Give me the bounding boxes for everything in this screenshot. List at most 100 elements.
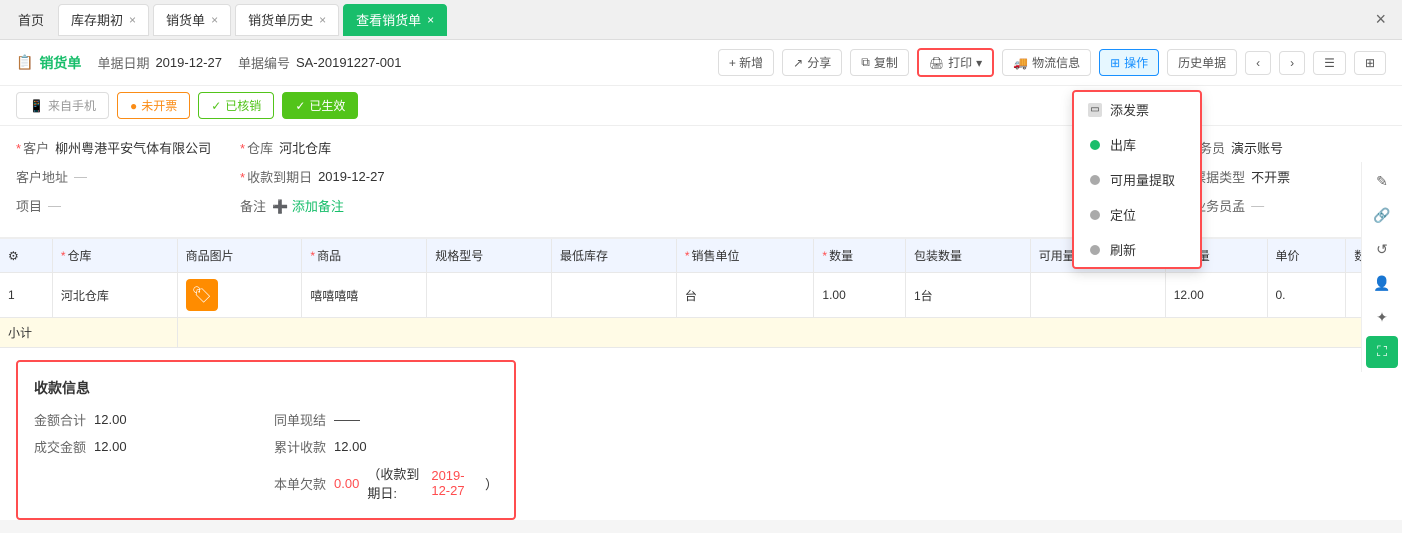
col-min-stock: 最低库存 xyxy=(552,239,677,273)
sales-person-field: 业务员孟 — xyxy=(1186,196,1386,215)
from-phone-button[interactable]: 📱 来自手机 xyxy=(16,92,109,119)
due-note-end: ） xyxy=(485,474,498,493)
user-icon-btn[interactable]: 👤 xyxy=(1366,268,1398,300)
ticket-type-field: 票据类型 不开票 xyxy=(1186,167,1386,186)
col-sales-unit: 销售单位 xyxy=(676,239,814,273)
tab-inventory-init[interactable]: 库存期初 × xyxy=(58,4,149,36)
doc-header: 📋 销货单 单据日期 2019-12-27 单据编号 SA-20191227-0… xyxy=(0,40,1402,86)
date-value: 2019-12-27 xyxy=(155,55,222,70)
close-inventory-tab[interactable]: × xyxy=(129,13,136,27)
effective-button[interactable]: ✓ 已生效 xyxy=(282,92,358,119)
locate-icon xyxy=(1088,208,1102,222)
refresh-icon-btn[interactable]: ↺ xyxy=(1366,234,1398,266)
col-unit-price: 单价 xyxy=(1267,239,1346,273)
add-invoice-icon: ▭ xyxy=(1088,103,1102,117)
print-icon: 🖨 xyxy=(929,56,944,70)
approved-button[interactable]: ✓ 已核销 xyxy=(198,92,274,119)
address-value: — xyxy=(74,169,87,184)
subtotal-row: 小计 xyxy=(0,318,1402,348)
doc-icon: 📋 xyxy=(16,54,33,71)
share-icon: ↗ xyxy=(793,56,803,70)
outbound-item[interactable]: 出库 xyxy=(1074,127,1200,162)
prev-record-button[interactable]: ‹ xyxy=(1245,51,1271,75)
history-button[interactable]: 历史单据 xyxy=(1167,49,1237,76)
edit-icon-btn[interactable]: ✎ xyxy=(1366,166,1398,198)
truck-icon: 🚚 xyxy=(1013,56,1028,70)
col-settings[interactable]: ⚙ xyxy=(0,239,52,273)
date-label: 单据日期 xyxy=(97,53,149,72)
right-icon-panel: ✎ 🔗 ↺ 👤 ✦ ⛶ xyxy=(1361,162,1402,372)
refresh-item[interactable]: 刷新 xyxy=(1074,232,1200,267)
sales-person-value: — xyxy=(1251,198,1264,213)
available-qty-item[interactable]: 可用量提取 xyxy=(1074,162,1200,197)
customer-label: 客户 xyxy=(16,138,49,157)
subtotal-label: 小计 xyxy=(0,318,177,348)
grid-view-button[interactable]: ⊞ xyxy=(1354,51,1386,75)
operate-button[interactable]: ⊞ 操作 xyxy=(1099,49,1159,76)
not-open-ticket-button[interactable]: ● 未开票 xyxy=(117,92,190,119)
refresh-icon xyxy=(1088,243,1102,257)
same-order-label: 同单现结 xyxy=(274,410,326,429)
cumulative-row: 累计收款 12.00 xyxy=(274,437,498,456)
row-spec xyxy=(427,273,552,318)
staff-value: 演示账号 xyxy=(1231,138,1283,157)
close-history-tab[interactable]: × xyxy=(319,13,326,27)
window-close-button[interactable]: × xyxy=(1367,9,1394,30)
list-view-button[interactable]: ☰ xyxy=(1313,51,1346,75)
cumulative-value: 12.00 xyxy=(334,439,367,454)
row-min-stock xyxy=(552,273,677,318)
table-row: 1 河北仓库 🏷 嘻嘻嘻嘻 台 1.00 1台 12.00 0. xyxy=(0,273,1402,318)
staff-field: 业务员 演示账号 xyxy=(1186,138,1386,157)
amount-total-label: 金额合计 xyxy=(34,410,86,429)
next-record-button[interactable]: › xyxy=(1279,51,1305,75)
payment-info-box: 收款信息 金额合计 12.00 同单现结 —— 成交金额 12.00 累计收款 … xyxy=(16,360,516,520)
col-product: 商品 xyxy=(302,239,427,273)
product-thumbnail: 🏷 xyxy=(186,279,218,311)
no-value: SA-20191227-001 xyxy=(296,55,402,70)
row-pack-qty: 1台 xyxy=(905,273,1030,318)
spacer xyxy=(34,464,258,502)
locate-item[interactable]: 定位 xyxy=(1074,197,1200,232)
cumulative-label: 累计收款 xyxy=(274,437,326,456)
star-icon-btn[interactable]: ✦ xyxy=(1366,302,1398,334)
ticket-type-value: 不开票 xyxy=(1251,167,1290,186)
current-due-value: 0.00 xyxy=(334,476,359,491)
col-warehouse: 仓库 xyxy=(52,239,177,273)
row-product: 嘻嘻嘻嘻 xyxy=(302,273,427,318)
row-quantity: 1.00 xyxy=(814,273,906,318)
outbound-icon xyxy=(1088,138,1102,152)
expand-icon-btn[interactable]: ⛶ xyxy=(1366,336,1398,368)
ticket-icon: ● xyxy=(130,99,137,113)
tab-view-sales[interactable]: 查看销货单 × xyxy=(343,4,447,36)
warehouse-value: 河北仓库 xyxy=(279,138,331,157)
due-note-date: 2019-12-27 xyxy=(431,468,477,498)
link-icon-btn[interactable]: 🔗 xyxy=(1366,200,1398,232)
no-label: 单据编号 xyxy=(238,53,290,72)
share-button[interactable]: ↗ 分享 xyxy=(782,49,842,76)
phone-icon: 📱 xyxy=(29,99,44,113)
doc-meta: 单据日期 2019-12-27 单据编号 SA-20191227-001 xyxy=(97,53,401,72)
close-sales-tab[interactable]: × xyxy=(211,13,218,27)
row-sales-unit: 台 xyxy=(676,273,814,318)
add-invoice-item[interactable]: ▭ 添发票 xyxy=(1074,92,1200,127)
copy-button[interactable]: ⧉ 复制 xyxy=(850,49,909,76)
new-button[interactable]: + 新增 xyxy=(718,49,774,76)
print-button[interactable]: 🖨 打印 ▾ xyxy=(917,48,994,77)
subtotal-values xyxy=(177,318,1401,348)
check-icon: ✓ xyxy=(211,99,221,113)
row-warehouse: 河北仓库 xyxy=(52,273,177,318)
add-remark-btn[interactable]: ➕ 添加备注 xyxy=(272,196,344,215)
close-view-tab[interactable]: × xyxy=(427,13,434,27)
col-spec: 规格型号 xyxy=(427,239,552,273)
remark-label: 备注 xyxy=(240,196,266,215)
tab-sales-order[interactable]: 销货单 × xyxy=(153,4,231,36)
transaction-label: 成交金额 xyxy=(34,437,86,456)
tab-sales-history[interactable]: 销货单历史 × xyxy=(235,4,339,36)
payment-grid: 金额合计 12.00 同单现结 —— 成交金额 12.00 累计收款 12.00… xyxy=(34,410,498,502)
logistics-button[interactable]: 🚚 物流信息 xyxy=(1002,49,1091,76)
current-due-row: 本单欠款 0.00 （收款到期日: 2019-12-27 ） xyxy=(274,464,498,502)
col-pack-qty: 包装数量 xyxy=(905,239,1030,273)
warehouse-label: 仓库 xyxy=(240,138,273,157)
project-field: 项目 — xyxy=(16,196,216,215)
tab-home[interactable]: 首页 xyxy=(8,10,54,29)
